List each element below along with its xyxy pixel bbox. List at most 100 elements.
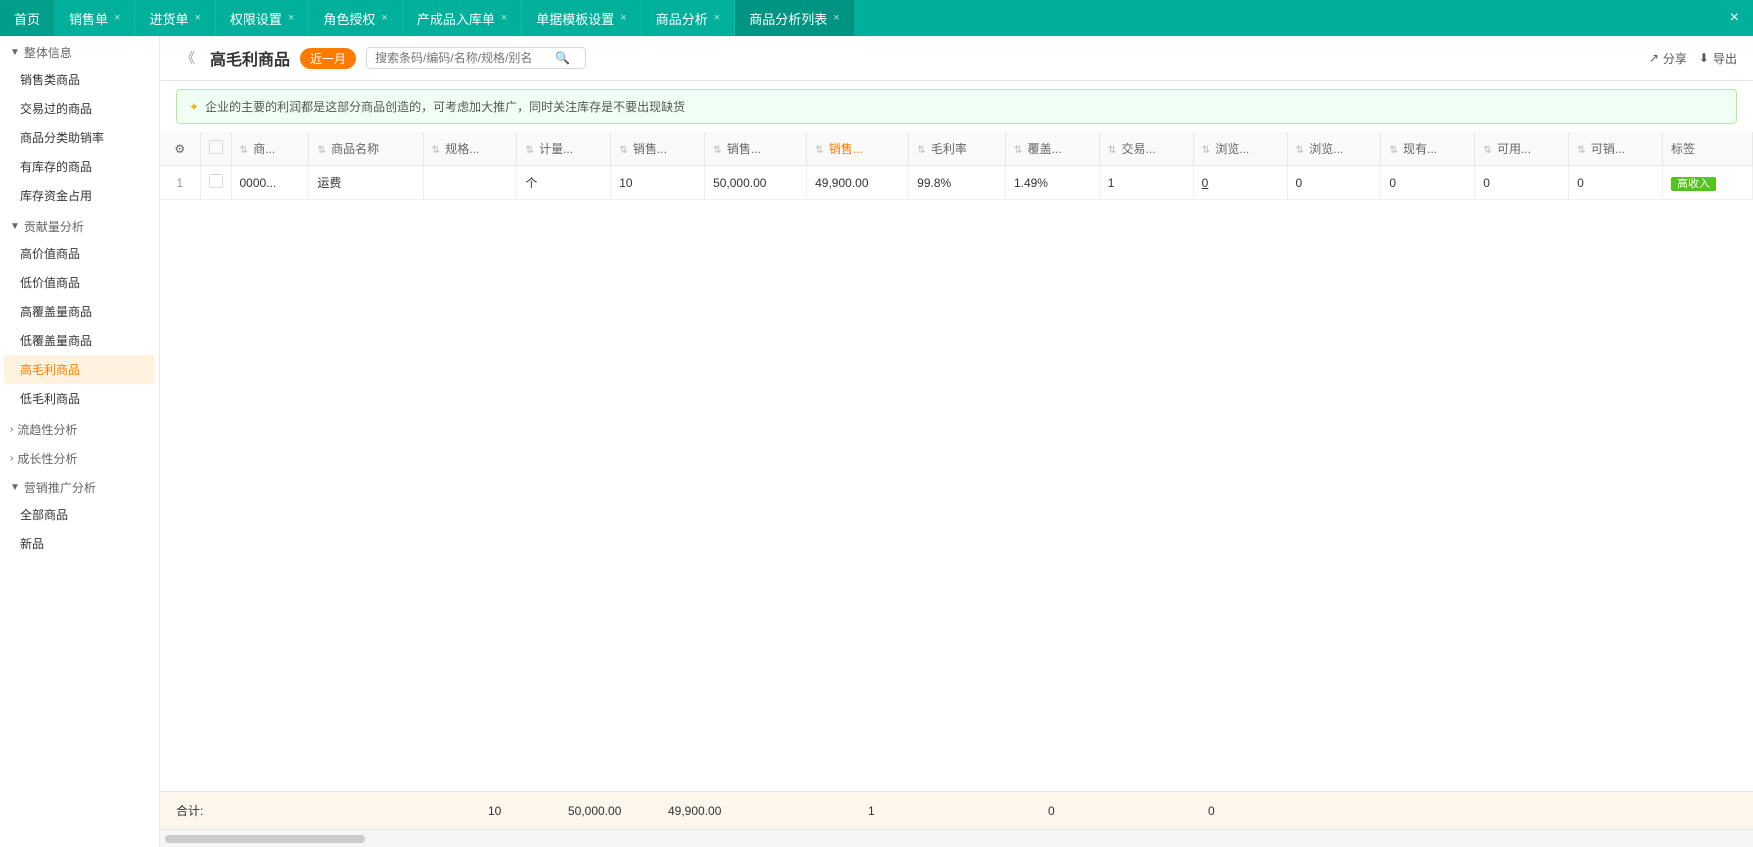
th-sales-cost: ⇅ 销售... xyxy=(807,132,909,166)
search-box[interactable]: 🔍 xyxy=(366,47,586,69)
th-tag: 标签 xyxy=(1662,132,1752,166)
table-header-row: ⚙ ⇅ 商... ⇅ 商品名称 xyxy=(160,132,1753,166)
cell-trade: 1 xyxy=(1099,166,1193,200)
nav-sales-order[interactable]: 销售单 × xyxy=(55,0,135,36)
sidebar-item-high-value[interactable]: 高价值商品 xyxy=(0,239,159,268)
sidebar-item-low-coverage[interactable]: 低覆盖量商品 xyxy=(0,326,159,355)
nav-permission-settings[interactable]: 权限设置 × xyxy=(216,0,309,36)
th-sales-amount: ⇅ 销售... xyxy=(705,132,807,166)
group-overview[interactable]: ▼ 整体信息 xyxy=(0,36,159,65)
sidebar-item-category-rate[interactable]: 商品分类助销率 xyxy=(0,123,159,152)
group-growth-arrow: › xyxy=(10,453,13,464)
close-template-settings[interactable]: × xyxy=(620,12,626,24)
sidebar-item-high-margin[interactable]: 高毛利商品 xyxy=(4,355,155,384)
th-gross-margin: ⇅ 毛利率 xyxy=(909,132,1006,166)
sidebar-item-high-coverage[interactable]: 高覆盖量商品 xyxy=(0,297,159,326)
footer-browse1: 0 xyxy=(1040,804,1120,818)
th-available: ⇅ 可用... xyxy=(1475,132,1569,166)
th-browse2: ⇅ 浏览... xyxy=(1287,132,1381,166)
cell-checkbox[interactable] xyxy=(200,166,231,200)
close-product-analysis[interactable]: × xyxy=(714,12,720,24)
cell-coverage: 1.49% xyxy=(1005,166,1099,200)
th-trade: ⇅ 交易... xyxy=(1099,132,1193,166)
sidebar: ▼ 整体信息 销售类商品 交易过的商品 商品分类助销率 有库存的商品 库存资金占… xyxy=(0,36,160,847)
footer-sales-amount: 50,000.00 xyxy=(560,804,660,818)
th-sales-qty: ⇅ 销售... xyxy=(611,132,705,166)
select-all-checkbox[interactable] xyxy=(209,140,223,154)
footer-spacer3 xyxy=(940,804,1040,818)
horizontal-scrollbar[interactable] xyxy=(160,829,1753,847)
cell-browse1: 0 xyxy=(1193,166,1287,200)
cell-sales-qty: 10 xyxy=(611,166,705,200)
group-contribution-arrow: ▼ xyxy=(10,221,20,232)
window-close-button[interactable]: × xyxy=(1716,9,1753,27)
footer-spacer4 xyxy=(1120,804,1200,818)
sidebar-item-all-goods[interactable]: 全部商品 xyxy=(0,500,159,529)
close-product-inbound[interactable]: × xyxy=(501,12,507,24)
footer-total-label: 合计: xyxy=(160,802,280,819)
group-trend-arrow: › xyxy=(10,424,13,435)
close-role-auth[interactable]: × xyxy=(381,12,387,24)
cell-current-stock: 0 xyxy=(1381,166,1475,200)
group-marketing[interactable]: ▼ 营销推广分析 xyxy=(0,471,159,500)
search-icon[interactable]: 🔍 xyxy=(555,51,570,65)
th-code: ⇅ 商... xyxy=(231,132,309,166)
time-filter-button[interactable]: 近一月 xyxy=(300,48,356,69)
settings-icon[interactable]: ⚙ xyxy=(174,142,185,156)
footer-sales-qty: 10 xyxy=(480,804,560,818)
group-growth[interactable]: › 成长性分析 xyxy=(0,442,159,471)
main-layout: ▼ 整体信息 销售类商品 交易过的商品 商品分类助销率 有库存的商品 库存资金占… xyxy=(0,36,1753,847)
th-coverage: ⇅ 覆盖... xyxy=(1005,132,1099,166)
sidebar-collapse-button[interactable]: 《 xyxy=(176,46,200,70)
nav-purchase-order[interactable]: 进货单 × xyxy=(135,0,215,36)
cell-code: 0000... xyxy=(231,166,309,200)
sidebar-item-low-value[interactable]: 低价值商品 xyxy=(0,268,159,297)
nav-role-auth[interactable]: 角色授权 × xyxy=(309,0,402,36)
th-spec: ⇅ 规格... xyxy=(423,132,517,166)
group-contribution[interactable]: ▼ 贡献量分析 xyxy=(0,210,159,239)
cell-gross-margin: 99.8% xyxy=(909,166,1006,200)
info-icon: ✦ xyxy=(189,100,199,114)
th-unit: ⇅ 计量... xyxy=(517,132,611,166)
header-actions: ↗ 分享 ⬇ 导出 xyxy=(1649,50,1737,67)
cell-saleable: 0 xyxy=(1569,166,1663,200)
cell-spec xyxy=(423,166,517,200)
scrollbar-thumb[interactable] xyxy=(165,835,365,843)
sidebar-item-low-margin[interactable]: 低毛利商品 xyxy=(0,384,159,413)
footer-spacer2 xyxy=(760,804,860,818)
th-checkbox xyxy=(200,132,231,166)
nav-product-inbound[interactable]: 产成品入库单 × xyxy=(403,0,522,36)
export-icon: ⬇ xyxy=(1699,51,1709,65)
close-purchase-order[interactable]: × xyxy=(194,12,200,24)
nav-template-settings[interactable]: 单据模板设置 × xyxy=(522,0,641,36)
sidebar-item-new-goods[interactable]: 新品 xyxy=(0,529,159,558)
sidebar-item-stock-capital[interactable]: 库存资金占用 xyxy=(0,181,159,210)
share-button[interactable]: ↗ 分享 xyxy=(1649,50,1687,67)
group-trend[interactable]: › 流趋性分析 xyxy=(0,413,159,442)
sidebar-item-sales-goods[interactable]: 销售类商品 xyxy=(0,65,159,94)
close-product-analysis-list[interactable]: × xyxy=(833,12,839,24)
cell-sales-amount: 50,000.00 xyxy=(705,166,807,200)
footer-sales-cost: 49,900.00 xyxy=(660,804,760,818)
cell-sales-cost: 49,900.00 xyxy=(807,166,909,200)
nav-product-analysis[interactable]: 商品分析 × xyxy=(642,0,735,36)
th-saleable: ⇅ 可销... xyxy=(1569,132,1663,166)
close-permission-settings[interactable]: × xyxy=(288,12,294,24)
content-area: 《 高毛利商品 近一月 🔍 ↗ 分享 ⬇ 导出 xyxy=(160,36,1753,847)
footer-available: 0 xyxy=(1200,804,1280,818)
search-input[interactable] xyxy=(375,51,555,65)
export-button[interactable]: ⬇ 导出 xyxy=(1699,50,1737,67)
cell-index: 1 xyxy=(160,166,200,200)
content-header: 《 高毛利商品 近一月 🔍 ↗ 分享 ⬇ 导出 xyxy=(160,36,1753,81)
cell-unit: 个 xyxy=(517,166,611,200)
cell-name: 运费 xyxy=(309,166,423,200)
table-row: 1 0000... 运费 个 10 50,000.00 49,900.00 99… xyxy=(160,166,1753,200)
nav-product-analysis-list[interactable]: 商品分析列表 × xyxy=(735,0,854,36)
sidebar-item-in-stock-goods[interactable]: 有库存的商品 xyxy=(0,152,159,181)
close-sales-order[interactable]: × xyxy=(114,12,120,24)
top-navigation: 首页 销售单 × 进货单 × 权限设置 × 角色授权 × 产成品入库单 × 单据… xyxy=(0,0,1753,36)
data-table: ⚙ ⇅ 商... ⇅ 商品名称 xyxy=(160,132,1753,200)
page-title: 高毛利商品 xyxy=(210,46,290,70)
nav-home[interactable]: 首页 xyxy=(0,0,55,36)
sidebar-item-traded-goods[interactable]: 交易过的商品 xyxy=(0,94,159,123)
